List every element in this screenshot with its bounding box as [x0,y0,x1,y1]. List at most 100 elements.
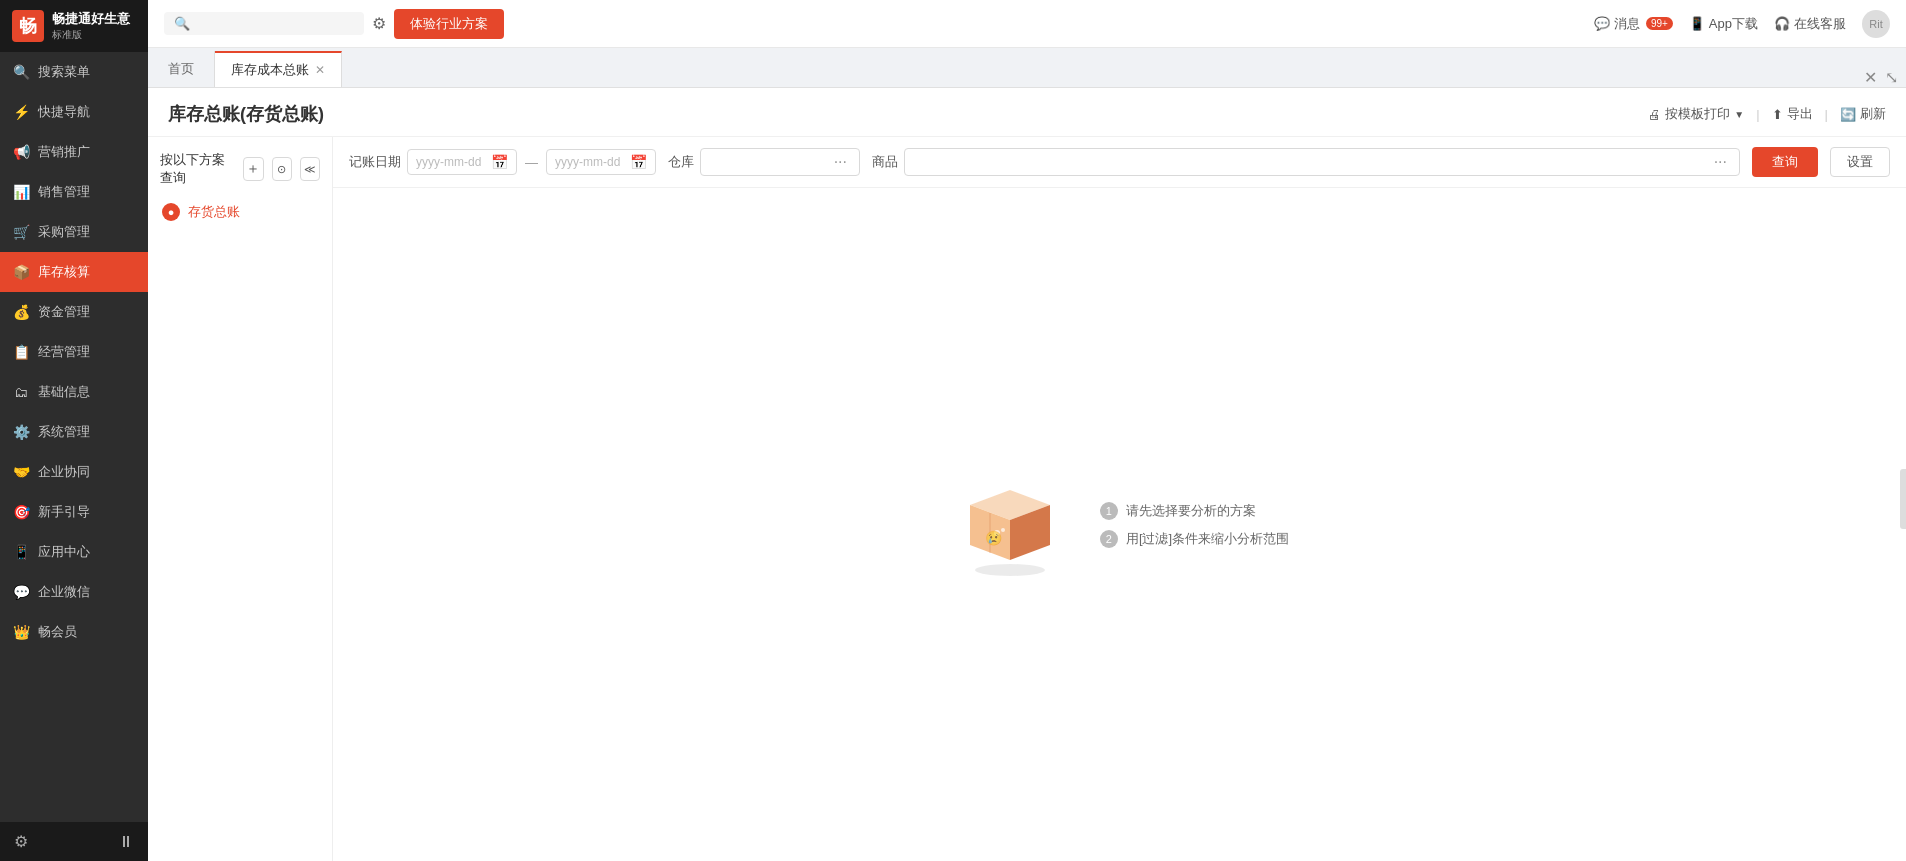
warehouse-more-icon[interactable]: ··· [830,153,851,171]
finance-icon: 💰 [12,304,30,320]
sidebar-item-purchase[interactable]: 🛒 采购管理 [0,212,148,252]
export-btn[interactable]: ⬆ 导出 [1772,105,1813,123]
topbar-right: 💬 消息 99+ 📱 App下载 🎧 在线客服 Rit [1594,10,1890,38]
collapse-scheme-btn[interactable]: ≪ [300,157,320,181]
sidebar: 畅 畅捷通好生意 标准版 🔍 搜索菜单 ⚡ 快捷导航 📢 营销推广 📊 销售管理… [0,0,148,861]
svg-point-7 [975,564,1045,576]
sidebar-item-enterprise[interactable]: 🤝 企业协同 [0,452,148,492]
date-start-placeholder: yyyy-mm-dd [416,155,481,169]
calendar-end-icon[interactable]: 📅 [630,154,647,170]
sidebar-item-inventory-label: 库存核算 [38,263,90,281]
system-icon: ⚙️ [12,424,30,440]
sidebar-item-operations[interactable]: 📋 经营管理 [0,332,148,372]
date-separator: — [525,155,538,170]
online-support-btn[interactable]: 🎧 在线客服 [1774,15,1846,33]
sidebar-item-system-label: 系统管理 [38,423,90,441]
sidebar-item-operations-label: 经营管理 [38,343,90,361]
sidebar-item-system[interactable]: ⚙️ 系统管理 [0,412,148,452]
warehouse-input[interactable]: ··· [700,148,860,176]
filter-header: 按以下方案查询 ＋ ⊙ ≪ [148,141,332,193]
content-body: 按以下方案查询 ＋ ⊙ ≪ ● 存货总账 记账日期 [148,137,1906,861]
sidebar-item-finance[interactable]: 💰 资金管理 [0,292,148,332]
sidebar-item-basic[interactable]: 🗂 基础信息 [0,372,148,412]
logo-icon: 畅 [12,10,44,42]
newbie-icon: 🎯 [12,504,30,520]
search-icon: 🔍 [12,64,30,80]
scheme-item-inventory-ledger[interactable]: ● 存货总账 [148,193,332,231]
date-label: 记账日期 [349,153,401,171]
operations-icon: 📋 [12,344,30,360]
messages-btn[interactable]: 💬 消息 99+ [1594,15,1673,33]
sidebar-item-apps[interactable]: 📱 应用中心 [0,532,148,572]
empty-tip-1: 1 请先选择要分析的方案 [1100,502,1289,520]
sidebar-nav: 🔍 搜索菜单 ⚡ 快捷导航 📢 营销推广 📊 销售管理 🛒 采购管理 📦 库存核… [0,52,148,822]
sidebar-item-member[interactable]: 👑 畅会员 [0,612,148,652]
settings-icon[interactable]: ⚙ [372,14,386,33]
sidebar-item-newbie[interactable]: 🎯 新手引导 [0,492,148,532]
goods-more-icon[interactable]: ··· [1710,153,1731,171]
refresh-label: 刷新 [1860,105,1886,123]
tabs-bar: 首页 库存成本总账 ✕ ✕ ⤡ [148,48,1906,88]
sidebar-item-wechat[interactable]: 💬 企业微信 [0,572,148,612]
sidebar-item-search[interactable]: 🔍 搜索菜单 [0,52,148,92]
user-avatar[interactable]: Rit [1862,10,1890,38]
message-icon: 💬 [1594,16,1610,31]
settings-button[interactable]: 设置 [1830,147,1890,177]
date-end-input[interactable]: yyyy-mm-dd 📅 [546,149,656,175]
warehouse-field: 仓库 ··· [668,148,860,176]
collapse-icon[interactable]: ⏸ [118,833,134,851]
sidebar-item-finance-label: 资金管理 [38,303,90,321]
add-scheme-btn[interactable]: ＋ [243,157,263,181]
basic-icon: 🗂 [12,384,30,400]
sidebar-item-purchase-label: 采购管理 [38,223,90,241]
page-close-icon[interactable]: ✕ [1864,68,1877,87]
manage-scheme-btn[interactable]: ⊙ [272,157,292,181]
tab-inventory-cost[interactable]: 库存成本总账 ✕ [215,51,342,87]
print-dropdown-icon[interactable]: ▼ [1734,109,1744,120]
topbar: 🔍 ⚙ 体验行业方案 💬 消息 99+ 📱 App下载 🎧 在线客服 Rit [148,0,1906,48]
sidebar-item-marketing-label: 营销推广 [38,143,90,161]
right-panel-indicator[interactable] [1900,469,1906,529]
tab-home[interactable]: 首页 [148,51,215,87]
page-expand-icon[interactable]: ⤡ [1885,68,1898,87]
main-area: 🔍 ⚙ 体验行业方案 💬 消息 99+ 📱 App下载 🎧 在线客服 Rit [148,0,1906,861]
sidebar-item-search-label: 搜索菜单 [38,63,90,81]
app-download-btn[interactable]: 📱 App下载 [1689,15,1758,33]
svg-text:😢: 😢 [985,530,1003,547]
empty-illustration: 😢 [950,465,1070,585]
data-area: 记账日期 yyyy-mm-dd 📅 — yyyy-mm-dd 📅 仓库 [333,137,1906,861]
sidebar-item-inventory[interactable]: 📦 库存核算 [0,252,148,292]
date-start-input[interactable]: yyyy-mm-dd 📅 [407,149,517,175]
page-header: 库存总账(存货总账) 🖨 按模板打印 ▼ | ⬆ 导出 | 🔄 刷新 [148,88,1906,137]
settings-footer-icon[interactable]: ⚙ [14,832,28,851]
shortcut-icon: ⚡ [12,104,30,120]
page-title: 库存总账(存货总账) [168,102,324,126]
warehouse-label: 仓库 [668,153,694,171]
printer-icon: 🖨 [1648,107,1661,122]
sidebar-item-shortcut[interactable]: ⚡ 快捷导航 [0,92,148,132]
industry-btn[interactable]: 体验行业方案 [394,9,504,39]
tab-close-icon[interactable]: ✕ [315,63,325,77]
messages-label: 消息 [1614,15,1640,33]
goods-input[interactable]: ··· [904,148,1740,176]
print-btn[interactable]: 🖨 按模板打印 ▼ [1648,105,1744,123]
sidebar-item-wechat-label: 企业微信 [38,583,90,601]
online-support-label: 在线客服 [1794,15,1846,33]
goods-label: 商品 [872,153,898,171]
inventory-icon: 📦 [12,264,30,280]
sidebar-item-marketing[interactable]: 📢 营销推广 [0,132,148,172]
query-button[interactable]: 查询 [1752,147,1818,177]
calendar-start-icon[interactable]: 📅 [491,154,508,170]
page-close-area: ✕ ⤡ [1864,68,1906,87]
empty-state: 😢 1 请先选择要分析的方案 2 用[过滤]条件来缩小分析范围 [333,188,1906,861]
empty-tips: 1 请先选择要分析的方案 2 用[过滤]条件来缩小分析范围 [1100,502,1289,548]
menu-search-box[interactable]: 🔍 [164,12,364,35]
export-icon: ⬆ [1772,107,1783,122]
query-bar: 记账日期 yyyy-mm-dd 📅 — yyyy-mm-dd 📅 仓库 [333,137,1906,188]
enterprise-icon: 🤝 [12,464,30,480]
sidebar-item-sales[interactable]: 📊 销售管理 [0,172,148,212]
sidebar-item-shortcut-label: 快捷导航 [38,103,90,121]
sidebar-item-sales-label: 销售管理 [38,183,90,201]
member-icon: 👑 [12,624,30,640]
refresh-btn[interactable]: 🔄 刷新 [1840,105,1886,123]
